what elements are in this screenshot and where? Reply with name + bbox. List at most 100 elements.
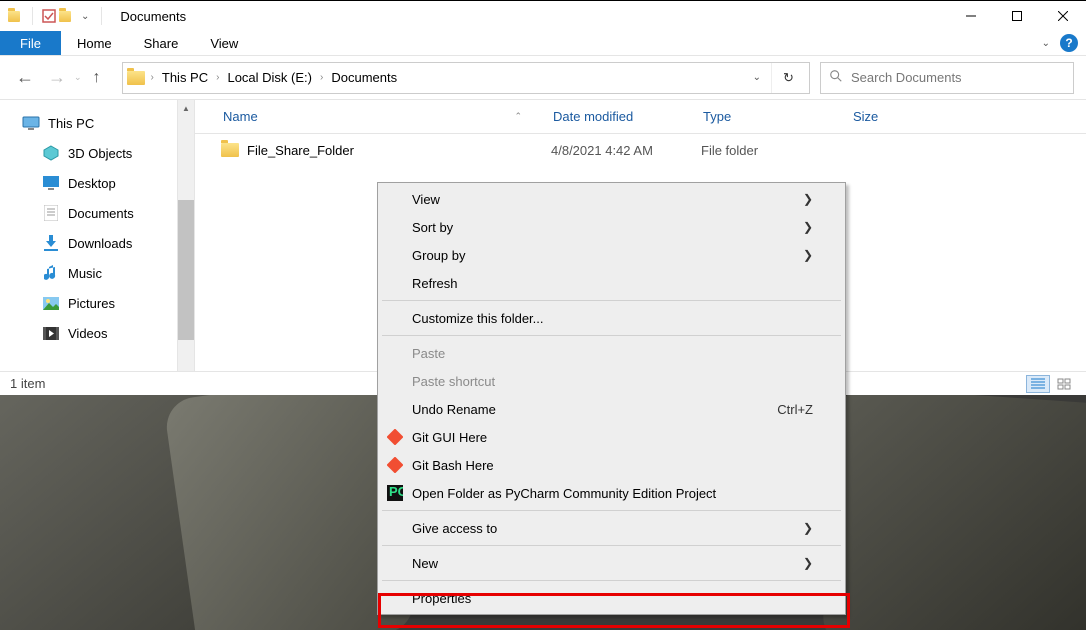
tree-item-documents[interactable]: Documents xyxy=(0,198,194,228)
tree-item-desktop[interactable]: Desktop xyxy=(0,168,194,198)
context-menu-properties[interactable]: Properties xyxy=(380,584,843,612)
search-input[interactable]: Search Documents xyxy=(820,62,1074,94)
qat-dropdown-icon[interactable]: ⌄ xyxy=(77,11,93,22)
pictures-icon xyxy=(42,294,60,312)
nav-pane-scrollbar[interactable]: ▲ ▼ xyxy=(177,100,194,395)
status-item-count: 1 item xyxy=(10,376,45,391)
menu-separator xyxy=(382,300,841,301)
navigation-pane: This PC 3D Objects Desktop Documents Dow… xyxy=(0,100,195,395)
menu-label: Properties xyxy=(412,591,471,606)
file-type: File folder xyxy=(693,143,843,158)
maximize-button[interactable] xyxy=(994,1,1040,31)
tree-label: Videos xyxy=(68,326,108,341)
menu-separator xyxy=(382,335,841,336)
scroll-up-button[interactable]: ▲ xyxy=(178,100,194,117)
submenu-arrow-icon: ❯ xyxy=(803,220,813,234)
chevron-right-icon[interactable]: › xyxy=(318,72,325,83)
tree-item-3d-objects[interactable]: 3D Objects xyxy=(0,138,194,168)
context-menu-give-access[interactable]: Give access to ❯ xyxy=(380,514,843,542)
search-placeholder: Search Documents xyxy=(851,70,962,85)
context-menu-refresh[interactable]: Refresh xyxy=(380,269,843,297)
submenu-arrow-icon: ❯ xyxy=(803,192,813,206)
context-menu-pycharm[interactable]: PCOpen Folder as PyCharm Community Editi… xyxy=(380,479,843,507)
context-menu-view[interactable]: View❯ xyxy=(380,185,843,213)
tree-label: Pictures xyxy=(68,296,115,311)
submenu-arrow-icon: ❯ xyxy=(803,521,813,535)
menu-label: Customize this folder... xyxy=(412,311,544,326)
column-header-date[interactable]: Date modified xyxy=(543,100,693,133)
address-chevron-icon[interactable]: ⌄ xyxy=(745,72,769,83)
minimize-button[interactable] xyxy=(948,1,994,31)
view-details-button[interactable] xyxy=(1026,375,1050,393)
menu-shortcut: Ctrl+Z xyxy=(777,402,813,417)
context-menu-undo-rename[interactable]: Undo RenameCtrl+Z xyxy=(380,395,843,423)
folder-icon xyxy=(221,143,239,157)
help-icon[interactable]: ? xyxy=(1060,34,1078,52)
sort-indicator-icon: ⌃ xyxy=(514,111,532,122)
menu-label: Git Bash Here xyxy=(412,458,494,473)
tree-label: Documents xyxy=(68,206,134,221)
context-menu-sort-by[interactable]: Sort by ❯ xyxy=(380,213,843,241)
context-menu-group-by[interactable]: Group by ❯ xyxy=(380,241,843,269)
forward-button[interactable]: → xyxy=(42,63,72,93)
tree-item-this-pc[interactable]: This PC xyxy=(0,108,194,138)
context-menu-paste: Paste xyxy=(380,339,843,367)
tree-item-videos[interactable]: Videos xyxy=(0,318,194,348)
menu-label: Paste shortcut xyxy=(412,374,495,389)
ribbon-collapse-icon[interactable]: ⌄ xyxy=(1038,38,1054,49)
tree-label: Downloads xyxy=(68,236,132,251)
breadcrumb-segment[interactable]: This PC xyxy=(156,63,214,93)
refresh-button[interactable]: ↻ xyxy=(771,63,805,93)
column-headers: Name⌃ Date modified Type Size xyxy=(195,100,1086,134)
file-name: File_Share_Folder xyxy=(247,143,354,158)
qat-newfolder-icon[interactable] xyxy=(59,8,75,24)
breadcrumb-segment[interactable]: Local Disk (E:) xyxy=(221,63,318,93)
context-menu-git-gui[interactable]: Git GUI Here xyxy=(380,423,843,451)
svg-text:PC: PC xyxy=(389,485,403,499)
tree-item-pictures[interactable]: Pictures xyxy=(0,288,194,318)
menu-separator xyxy=(382,510,841,511)
folder-icon xyxy=(8,8,24,24)
file-date: 4/8/2021 4:42 AM xyxy=(543,143,693,158)
menu-label: Git GUI Here xyxy=(412,430,487,445)
ribbon-tab-home[interactable]: Home xyxy=(61,31,128,55)
menu-separator xyxy=(382,545,841,546)
menu-label: Group by xyxy=(412,248,465,263)
menu-label: New xyxy=(412,556,438,571)
view-large-icons-button[interactable] xyxy=(1052,375,1076,393)
file-row[interactable]: File_Share_Folder 4/8/2021 4:42 AM File … xyxy=(195,134,1086,166)
pycharm-icon: PC xyxy=(386,484,404,502)
history-dropdown-icon[interactable]: ⌄ xyxy=(74,72,82,83)
chevron-right-icon[interactable]: › xyxy=(214,72,221,83)
breadcrumb-segment[interactable]: Documents xyxy=(325,63,403,93)
qat-properties-icon[interactable] xyxy=(41,8,57,24)
column-header-type[interactable]: Type xyxy=(693,100,843,133)
up-button[interactable]: ↑ xyxy=(84,65,110,91)
menu-label: Sort by xyxy=(412,220,453,235)
tree-label: This PC xyxy=(48,116,94,131)
chevron-right-icon[interactable]: › xyxy=(149,72,156,83)
context-menu-customize[interactable]: Customize this folder... xyxy=(380,304,843,332)
close-button[interactable] xyxy=(1040,1,1086,31)
tree-label: Desktop xyxy=(68,176,116,191)
menu-label: Paste xyxy=(412,346,445,361)
menu-label: Give access to xyxy=(412,521,497,536)
submenu-arrow-icon: ❯ xyxy=(803,248,813,262)
ribbon-tab-view[interactable]: View xyxy=(194,31,254,55)
context-menu-git-bash[interactable]: Git Bash Here xyxy=(380,451,843,479)
tree-item-downloads[interactable]: Downloads xyxy=(0,228,194,258)
videos-icon xyxy=(42,324,60,342)
menu-label: Refresh xyxy=(412,276,458,291)
scroll-thumb[interactable] xyxy=(178,200,194,340)
column-header-size[interactable]: Size xyxy=(843,100,943,133)
tree-label: Music xyxy=(68,266,102,281)
ribbon-file-tab[interactable]: File xyxy=(0,31,61,55)
ribbon-tab-share[interactable]: Share xyxy=(128,31,195,55)
navigation-row: ← → ⌄ ↑ › This PC › Local Disk (E:) › Do… xyxy=(0,56,1086,100)
column-header-name[interactable]: Name⌃ xyxy=(213,100,543,133)
address-bar[interactable]: › This PC › Local Disk (E:) › Documents … xyxy=(122,62,810,94)
back-button[interactable]: ← xyxy=(10,63,40,93)
context-menu-new[interactable]: New❯ xyxy=(380,549,843,577)
context-menu: View❯ Sort by ❯ Group by ❯ Refresh Customi… xyxy=(377,182,846,615)
tree-item-music[interactable]: Music xyxy=(0,258,194,288)
